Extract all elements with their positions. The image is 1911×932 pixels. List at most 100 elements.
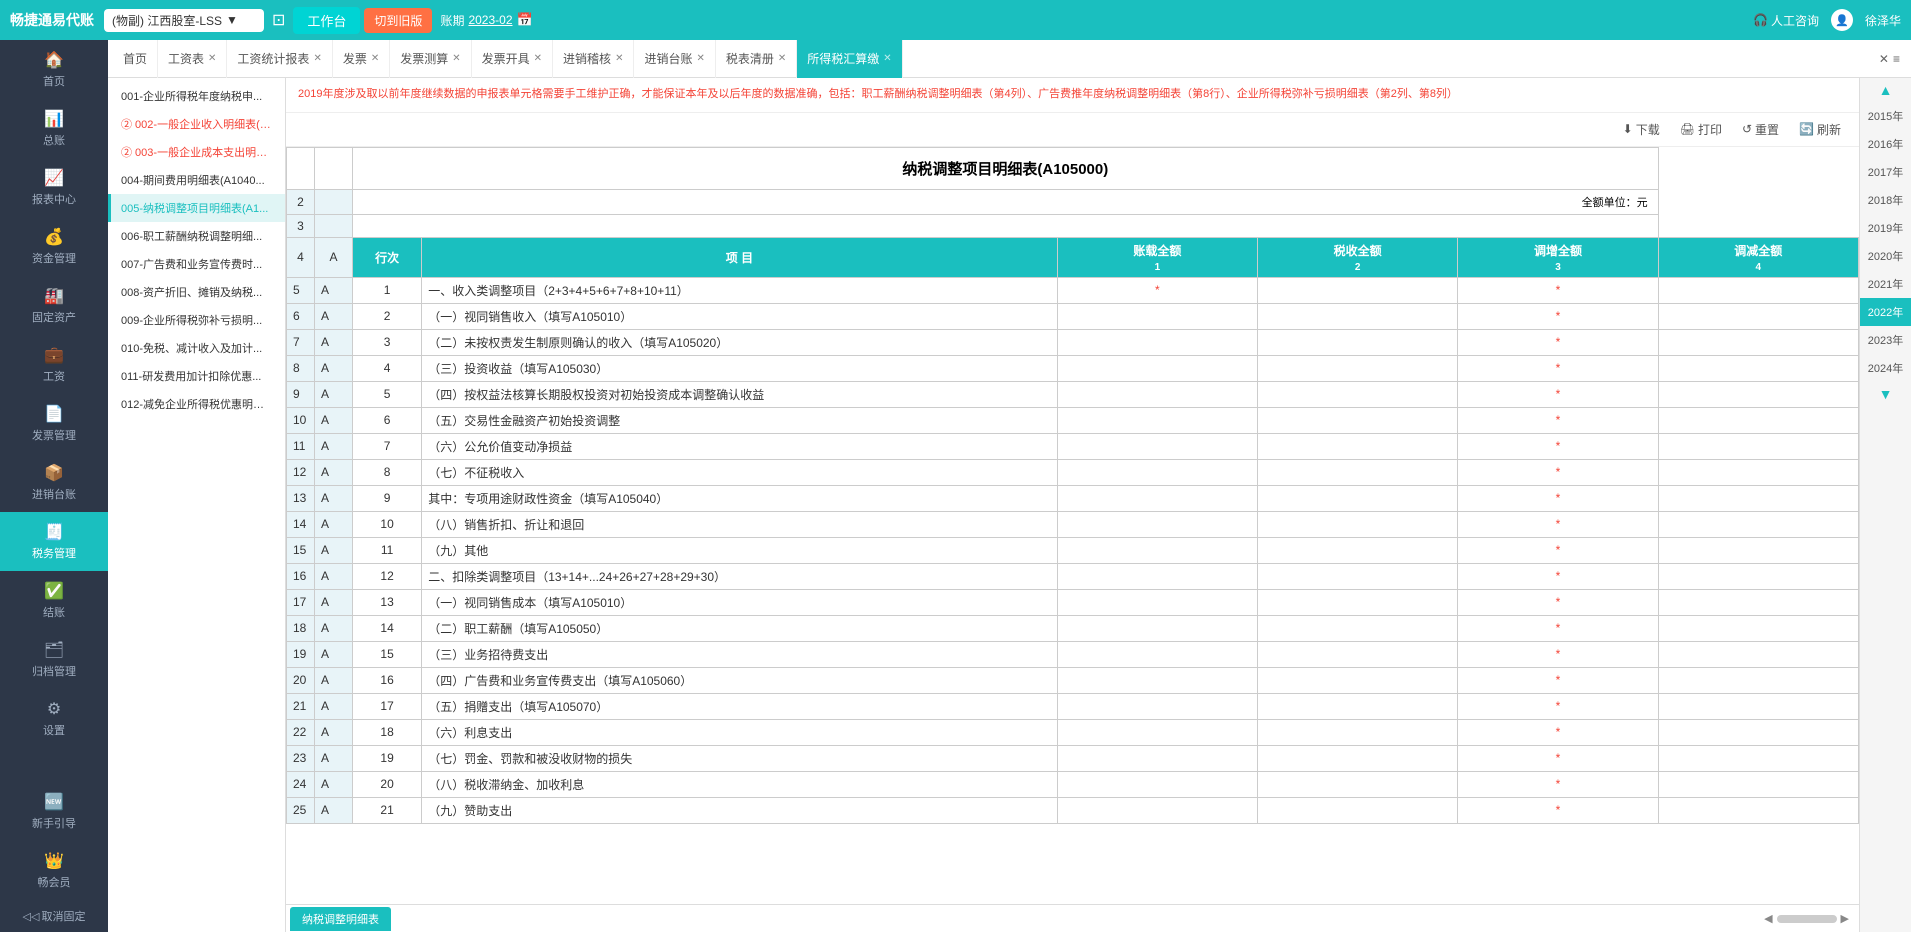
pin-icon: ◁◁ [23,910,40,923]
year-up-icon[interactable]: ▲ [1875,78,1897,102]
tab-salary[interactable]: 工资表 ✕ [158,40,227,78]
tab-close-invoice[interactable]: ✕ [371,53,379,64]
table-row: 15 A 11 （九）其他 * [287,537,1859,563]
year-2019[interactable]: 2019年 [1860,214,1911,242]
tab-home[interactable]: 首页 [113,40,158,78]
sidebar-item-asset[interactable]: 💰 资金管理 [0,217,108,276]
left-panel-item-012[interactable]: 012-减免企业所得税优惠明细(… [108,390,285,418]
tab-purchase-audit[interactable]: 进销稽核 ✕ [553,40,634,78]
reset-icon: ↺ [1742,122,1752,136]
left-panel-item-005[interactable]: 005-纳税调整项目明细表(A1... [108,194,285,222]
tab-close-purchase-ledger[interactable]: ✕ [696,53,704,64]
table-row: 5 A 1 一、收入类调整项目（2+3+4+5+6+7+8+10+11） * * [287,277,1859,303]
table-row: 6 A 2 （一）视同销售收入（填写A105010） * [287,303,1859,329]
table-row: 18 A 14 （二）职工薪酬（填写A105050） * [287,615,1859,641]
tab-salary-report[interactable]: 工资统计报表 ✕ [227,40,332,78]
copy-icon[interactable]: ⊡ [272,10,285,30]
sidebar-footer-pin[interactable]: ◁◁ 取消固定 [0,900,108,932]
tab-close-tax-list[interactable]: ✕ [778,53,786,64]
salary-icon: 💼 [44,345,64,365]
left-panel-item-006[interactable]: 006-职工薪酬纳税调整明细... [108,222,285,250]
support-button[interactable]: 🎧 人工咨询 [1753,12,1819,29]
headset-icon: 🎧 [1753,13,1768,27]
scroll-left-icon[interactable]: ◀ [1764,912,1772,925]
reset-button[interactable]: ↺ 重置 [1736,119,1785,140]
sidebar-item-tax[interactable]: 🧾 税务管理 [0,512,108,571]
year-2023[interactable]: 2023年 [1860,326,1911,354]
sidebar-item-vip[interactable]: 👑 畅会员 [0,841,108,900]
tab-invoice-open[interactable]: 发票开具 ✕ [472,40,553,78]
left-panel-item-011[interactable]: 011-研发费用加计扣除优惠... [108,362,285,390]
bottom-tab-tax[interactable]: 纳税调整明细表 [290,907,391,931]
left-panel-item-001[interactable]: 001-企业所得税年度纳税申... [108,82,285,110]
download-icon: ⬇ [1623,122,1633,136]
left-panel-item-004[interactable]: 004-期间费用明细表(A1040... [108,166,285,194]
user-label[interactable]: 徐泽华 [1865,12,1901,29]
tax-icon: 🧾 [44,522,64,542]
left-panel-item-002[interactable]: ② 002-一般企业收入明细表(A1... [108,110,285,138]
left-panel-item-008[interactable]: 008-资产折旧、摊销及纳税... [108,278,285,306]
sidebar-item-report[interactable]: 📈 报表中心 [0,158,108,217]
year-2020[interactable]: 2020年 [1860,242,1911,270]
sidebar-item-invoice[interactable]: 📄 发票管理 [0,394,108,453]
calendar-icon[interactable]: 📅 [517,12,533,28]
year-down-icon[interactable]: ▼ [1875,382,1897,406]
year-2018[interactable]: 2018年 [1860,186,1911,214]
tab-close-salary-report[interactable]: ✕ [313,53,321,64]
print-icon: 🖨 [1680,122,1695,136]
table-title: 纳税调整项目明细表(A105000) [353,147,1659,189]
tab-close-income-tax[interactable]: ✕ [883,53,891,64]
print-button[interactable]: 🖨 打印 [1674,119,1728,140]
settings-icon: ⚙ [47,699,61,719]
year-2015[interactable]: 2015年 [1860,102,1911,130]
sidebar-item-settings[interactable]: ⚙ 设置 [0,689,108,748]
year-2022[interactable]: 2022年 [1860,298,1911,326]
tab-close-invoice-open[interactable]: ✕ [534,53,542,64]
tab-close-purchase-audit[interactable]: ✕ [615,53,623,64]
tab-close-invoice-calc[interactable]: ✕ [452,53,460,64]
archive-icon: 🗂 [44,640,64,660]
sidebar-item-purchase[interactable]: 📦 进销台账 [0,453,108,512]
tab-invoice-calc[interactable]: 发票测算 ✕ [390,40,471,78]
tab-purchase-ledger[interactable]: 进销台账 ✕ [634,40,715,78]
more-tabs-icon[interactable]: ≡ [1893,52,1900,66]
company-selector[interactable]: (物副) 江西股室-LSS ▼ [104,9,264,32]
left-panel-item-009[interactable]: 009-企业所得税弥补亏损明... [108,306,285,334]
horizontal-scrollbar[interactable] [1777,915,1837,923]
download-button[interactable]: ⬇ 下载 [1617,119,1666,140]
close-all-icon[interactable]: ✕ [1879,52,1889,66]
workbench-button[interactable]: 工作台 [293,7,360,34]
scroll-right-icon[interactable]: ▶ [1841,912,1849,925]
table-row: 25 A 21 （九）赞助支出 * [287,797,1859,823]
left-panel-item-007[interactable]: 007-广告费和业务宣传费时... [108,250,285,278]
year-2016[interactable]: 2016年 [1860,130,1911,158]
year-2024[interactable]: 2024年 [1860,354,1911,382]
sidebar-item-guide[interactable]: 🆕 新手引导 [0,782,108,841]
table-row: 21 A 17 （五）捐赠支出（填写A105070） * [287,693,1859,719]
sidebar-item-salary[interactable]: 💼 工资 [0,335,108,394]
table-unit: 全额单位：元 [353,189,1659,214]
year-2021[interactable]: 2021年 [1860,270,1911,298]
table-row: 17 A 13 （一）视同销售成本（填写A105010） * [287,589,1859,615]
tab-income-tax[interactable]: 所得税汇算缴 ✕ [797,40,902,78]
general-icon: 📊 [44,109,64,129]
switch-old-button[interactable]: 切到旧版 [364,8,432,33]
tab-invoice[interactable]: 发票 ✕ [333,40,390,78]
left-panel-item-003[interactable]: ② 003-一般企业成本支出明细... [108,138,285,166]
tab-tax-list[interactable]: 税表清册 ✕ [716,40,797,78]
left-panel-item-010[interactable]: 010-免税、减计收入及加计... [108,334,285,362]
invoice-icon: 📄 [44,404,64,424]
sidebar-item-fixed[interactable]: 🏭 固定资产 [0,276,108,335]
sidebar-item-archive[interactable]: 🗂 归档管理 [0,630,108,689]
tab-close-salary[interactable]: ✕ [208,53,216,64]
sidebar-item-general[interactable]: 📊 总账 [0,99,108,158]
refresh-button[interactable]: 🔄 刷新 [1793,119,1847,140]
year-2017[interactable]: 2017年 [1860,158,1911,186]
sidebar-item-settle[interactable]: ✅ 结账 [0,571,108,630]
table-row: 20 A 16 （四）广告费和业务宣传费支出（填写A105060） * [287,667,1859,693]
sidebar-item-home[interactable]: 🏠 首页 [0,40,108,99]
period-value[interactable]: 2023-02 [468,13,512,27]
asset-icon: 💰 [44,227,64,247]
home-icon: 🏠 [44,50,64,70]
app-logo: 畅捷通易代账 [10,10,94,30]
